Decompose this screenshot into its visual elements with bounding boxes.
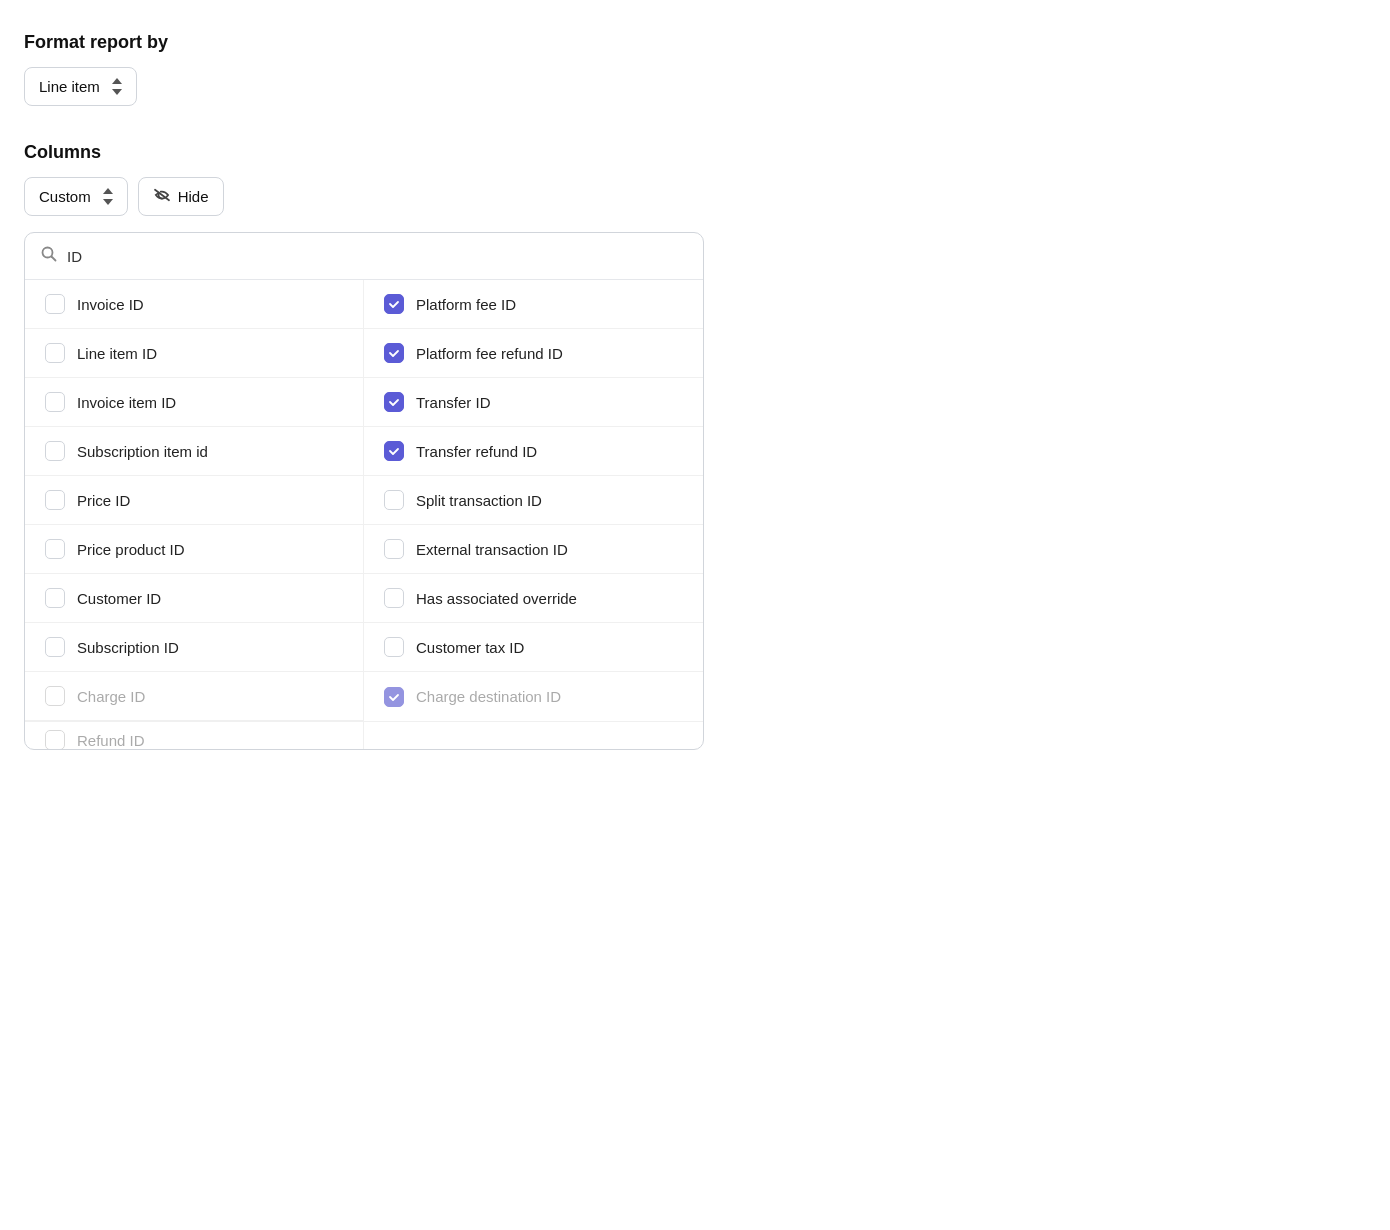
label-customer-id: Customer ID (77, 590, 161, 607)
checkbox-row-transfer-refund-id[interactable]: Transfer refund ID (364, 427, 703, 476)
checkbox-line-item-id[interactable] (45, 343, 65, 363)
search-icon (41, 246, 57, 266)
label-charge-destination-id: Charge destination ID (416, 688, 561, 705)
checkbox-platform-fee-refund-id[interactable] (384, 343, 404, 363)
columns-custom-select[interactable]: Custom (24, 177, 128, 216)
columns-section: Columns Custom Hide (24, 142, 1366, 750)
label-transfer-id: Transfer ID (416, 394, 490, 411)
checkbox-subscription-id[interactable] (45, 637, 65, 657)
checkbox-customer-tax-id[interactable] (384, 637, 404, 657)
checkbox-has-associated-override[interactable] (384, 588, 404, 608)
eye-slash-icon (153, 188, 171, 205)
columns-panel: Invoice ID Platform fee ID Line item ID … (24, 232, 704, 750)
checkbox-row-customer-tax-id[interactable]: Customer tax ID (364, 623, 703, 672)
format-report-chevrons (112, 76, 122, 97)
label-customer-tax-id: Customer tax ID (416, 639, 524, 656)
checkbox-refund-id[interactable] (45, 730, 65, 749)
columns-label: Columns (24, 142, 1366, 163)
columns-controls: Custom Hide (24, 177, 1366, 216)
format-report-value: Line item (39, 78, 100, 95)
label-transfer-refund-id: Transfer refund ID (416, 443, 537, 460)
columns-custom-value: Custom (39, 188, 91, 205)
checkbox-row-invoice-item-id[interactable]: Invoice item ID (25, 378, 364, 427)
checkbox-row-external-transaction-id[interactable]: External transaction ID (364, 525, 703, 574)
checkbox-row-has-associated-override[interactable]: Has associated override (364, 574, 703, 623)
label-invoice-item-id: Invoice item ID (77, 394, 176, 411)
checkbox-price-id[interactable] (45, 490, 65, 510)
hide-button[interactable]: Hide (138, 177, 224, 216)
search-bar (25, 233, 703, 280)
checkbox-transfer-refund-id[interactable] (384, 441, 404, 461)
checkbox-split-transaction-id[interactable] (384, 490, 404, 510)
checkbox-invoice-id[interactable] (45, 294, 65, 314)
columns-custom-chevrons (103, 186, 113, 207)
checkbox-customer-id[interactable] (45, 588, 65, 608)
label-invoice-id: Invoice ID (77, 296, 144, 313)
partial-cell-refund-id[interactable]: Refund ID (25, 721, 364, 749)
search-input[interactable] (67, 248, 687, 265)
checkbox-charge-destination-id[interactable] (384, 687, 404, 707)
checkbox-charge-id[interactable] (45, 686, 65, 706)
label-split-transaction-id: Split transaction ID (416, 492, 542, 509)
label-subscription-id: Subscription ID (77, 639, 179, 656)
checkbox-external-transaction-id[interactable] (384, 539, 404, 559)
checkbox-row-transfer-id[interactable]: Transfer ID (364, 378, 703, 427)
checkbox-grid: Invoice ID Platform fee ID Line item ID … (25, 280, 703, 721)
checkbox-row-charge-destination-id[interactable]: Charge destination ID (364, 672, 703, 721)
checkbox-row-price-product-id[interactable]: Price product ID (25, 525, 364, 574)
label-external-transaction-id: External transaction ID (416, 541, 568, 558)
partial-bottom-row: Refund ID (25, 721, 703, 749)
checkbox-subscription-item-id[interactable] (45, 441, 65, 461)
checkbox-row-split-transaction-id[interactable]: Split transaction ID (364, 476, 703, 525)
format-report-select[interactable]: Line item (24, 67, 137, 106)
label-platform-fee-refund-id: Platform fee refund ID (416, 345, 563, 362)
checkbox-row-subscription-item-id[interactable]: Subscription item id (25, 427, 364, 476)
label-line-item-id: Line item ID (77, 345, 157, 362)
checkbox-row-platform-fee-id[interactable]: Platform fee ID (364, 280, 703, 329)
label-refund-id: Refund ID (77, 732, 145, 749)
label-price-product-id: Price product ID (77, 541, 185, 558)
checkbox-invoice-item-id[interactable] (45, 392, 65, 412)
checkbox-row-price-id[interactable]: Price ID (25, 476, 364, 525)
label-subscription-item-id: Subscription item id (77, 443, 208, 460)
format-report-label: Format report by (24, 32, 1366, 53)
checkbox-platform-fee-id[interactable] (384, 294, 404, 314)
checkbox-row-invoice-id[interactable]: Invoice ID (25, 280, 364, 329)
format-report-section: Format report by Line item (24, 32, 1366, 106)
svg-line-1 (52, 257, 56, 261)
label-has-associated-override: Has associated override (416, 590, 577, 607)
checkbox-row-platform-fee-refund-id[interactable]: Platform fee refund ID (364, 329, 703, 378)
checkbox-price-product-id[interactable] (45, 539, 65, 559)
label-platform-fee-id: Platform fee ID (416, 296, 516, 313)
checkbox-row-charge-id[interactable]: Charge ID (25, 672, 364, 721)
hide-button-label: Hide (178, 188, 209, 205)
checkbox-row-line-item-id[interactable]: Line item ID (25, 329, 364, 378)
label-price-id: Price ID (77, 492, 130, 509)
checkbox-row-subscription-id[interactable]: Subscription ID (25, 623, 364, 672)
checkbox-transfer-id[interactable] (384, 392, 404, 412)
partial-cell-right (364, 721, 703, 749)
checkbox-row-customer-id[interactable]: Customer ID (25, 574, 364, 623)
label-charge-id: Charge ID (77, 688, 145, 705)
